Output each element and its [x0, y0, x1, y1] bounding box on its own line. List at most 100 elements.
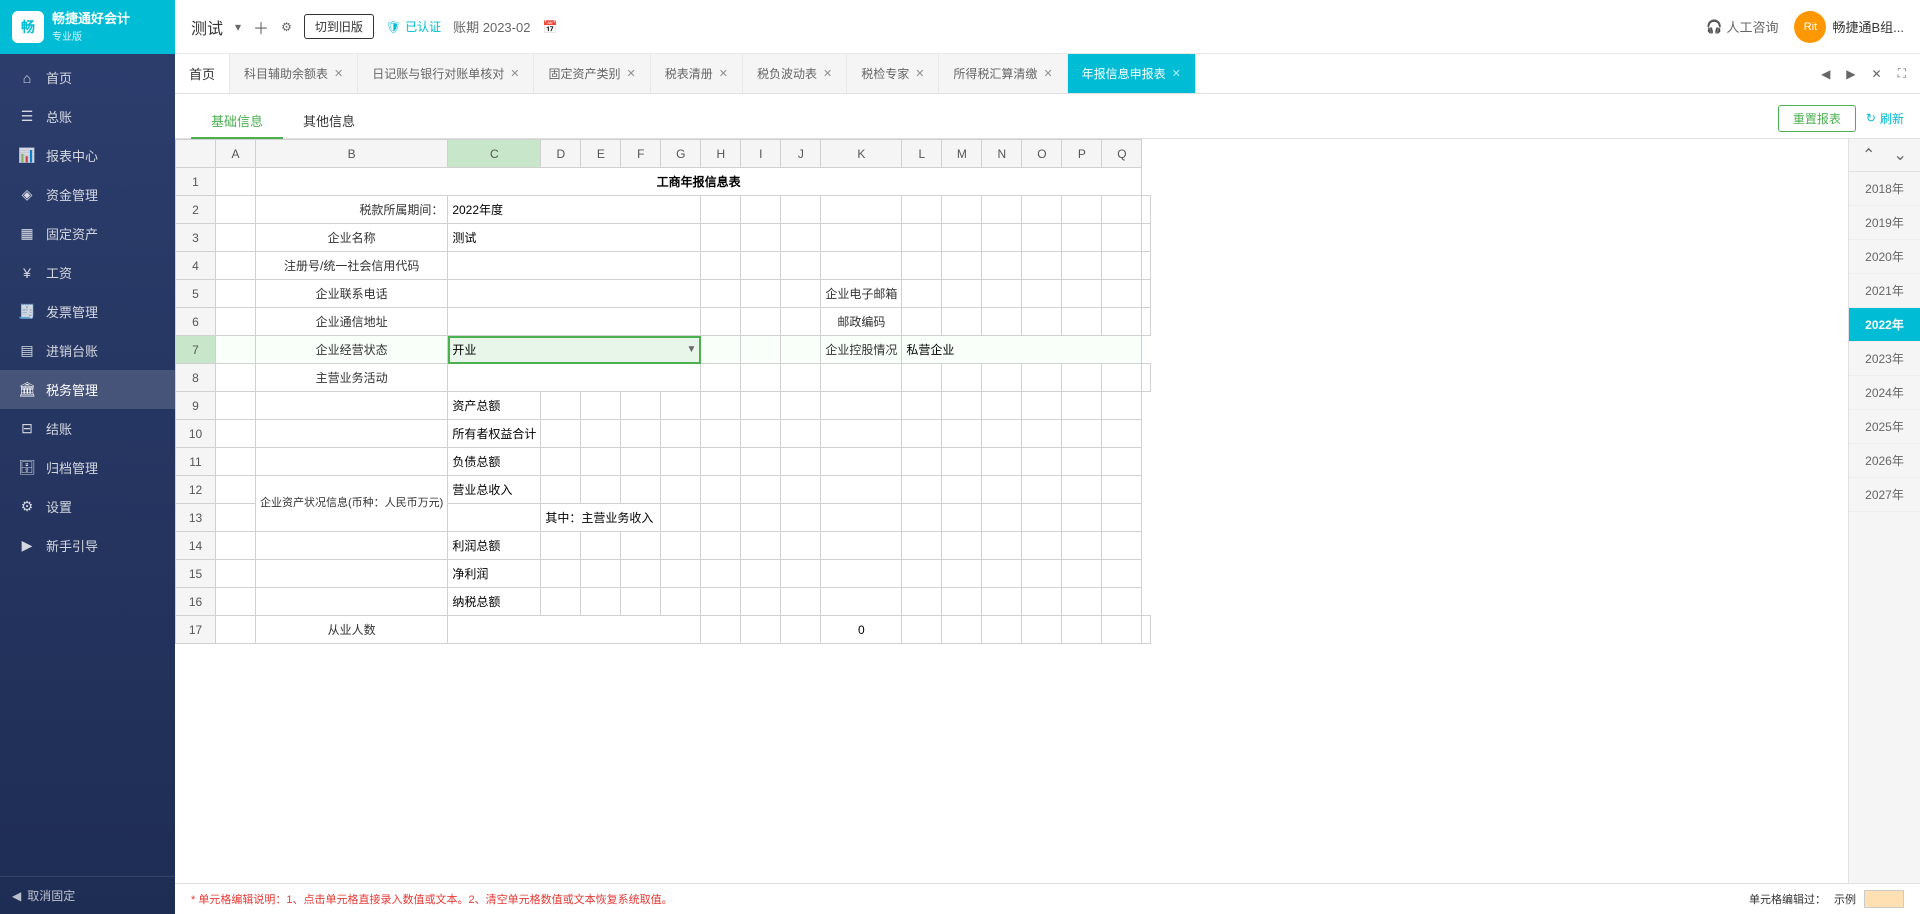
cell-4-q[interactable]	[1142, 252, 1151, 280]
cell-4-c[interactable]	[448, 252, 701, 280]
cell-2-c[interactable]: 2022年度	[448, 196, 701, 224]
cell-3-l[interactable]	[942, 224, 982, 252]
cell-15-q[interactable]	[1102, 560, 1142, 588]
tab-close-taxcheck[interactable]: ✕	[915, 67, 924, 80]
cell-11-a[interactable]	[216, 448, 256, 476]
cell-8-o[interactable]	[1062, 364, 1102, 392]
tab-income[interactable]: 所得税汇算清缴 ✕	[939, 54, 1067, 93]
tab-close-taxwave[interactable]: ✕	[823, 67, 832, 80]
cell-13-m[interactable]	[942, 504, 982, 532]
cell-5-k[interactable]	[902, 280, 942, 308]
sidebar-item-invoice[interactable]: 🧾 发票管理	[0, 292, 175, 331]
refresh-button[interactable]: ↻ 刷新	[1866, 110, 1904, 127]
cell-10-e[interactable]	[581, 420, 621, 448]
cell-6-b[interactable]: 企业通信地址	[256, 308, 448, 336]
cell-10-g[interactable]	[661, 420, 701, 448]
cell-17-h[interactable]	[741, 616, 781, 644]
row-num-2[interactable]: 2	[176, 196, 216, 224]
tab-annual[interactable]: 年报信息申报表 ✕	[1068, 54, 1196, 93]
tab-taxwave[interactable]: 税负波动表 ✕	[743, 54, 847, 93]
cell-11-g[interactable]	[661, 448, 701, 476]
cell-13-q[interactable]	[1102, 504, 1142, 532]
add-button[interactable]: ＋	[253, 15, 269, 39]
cell-13-h[interactable]	[701, 504, 741, 532]
cell-13-d[interactable]: 其中：主营业务收入	[541, 504, 661, 532]
cell-11-p[interactable]	[1062, 448, 1102, 476]
cell-17-o[interactable]	[1062, 616, 1102, 644]
cell-11-e[interactable]	[581, 448, 621, 476]
cell-3-i[interactable]	[781, 224, 821, 252]
cell-16-b[interactable]	[256, 588, 448, 616]
sidebar-item-assets[interactable]: ▦ 固定资产	[0, 214, 175, 253]
cell-16-o[interactable]	[1022, 588, 1062, 616]
cell-11-f[interactable]	[621, 448, 661, 476]
cell-16-p[interactable]	[1062, 588, 1102, 616]
cell-14-e[interactable]	[581, 532, 621, 560]
cell-10-h[interactable]	[701, 420, 741, 448]
cell-10-a[interactable]	[216, 420, 256, 448]
year-panel-down-button[interactable]: ⌄	[1894, 145, 1907, 165]
cell-6-h[interactable]	[741, 308, 781, 336]
tab-close-journal[interactable]: ✕	[510, 67, 519, 80]
sidebar-item-archive[interactable]: 🗄 归档管理	[0, 448, 175, 487]
cell-9-p[interactable]	[1062, 392, 1102, 420]
row-num-8[interactable]: 8	[176, 364, 216, 392]
cell-11-h[interactable]	[701, 448, 741, 476]
row-num-5[interactable]: 5	[176, 280, 216, 308]
cell-16-l[interactable]	[902, 588, 942, 616]
cell-15-o[interactable]	[1022, 560, 1062, 588]
cell-3-c[interactable]: 测试	[448, 224, 701, 252]
cell-5-b[interactable]: 企业联系电话	[256, 280, 448, 308]
cell-7-k[interactable]: 私营企业	[902, 336, 1142, 364]
cell-12-c[interactable]: 营业总收入	[448, 476, 541, 504]
cell-4-h[interactable]	[741, 252, 781, 280]
cell-3-q[interactable]	[1142, 224, 1151, 252]
sidebar-item-salary[interactable]: ¥ 工资	[0, 253, 175, 292]
cell-17-n[interactable]	[1022, 616, 1062, 644]
cell-2-o[interactable]	[1062, 196, 1102, 224]
cell-17-g[interactable]	[701, 616, 741, 644]
cell-17-i[interactable]	[781, 616, 821, 644]
cell-6-g[interactable]	[701, 308, 741, 336]
cell-6-m[interactable]	[982, 308, 1022, 336]
cell-13-l[interactable]	[902, 504, 942, 532]
cell-4-n[interactable]	[1022, 252, 1062, 280]
cell-15-i[interactable]	[741, 560, 781, 588]
tab-close-assets[interactable]: ✕	[627, 67, 636, 80]
cell-12-j[interactable]	[781, 476, 821, 504]
cell-7-h[interactable]	[741, 336, 781, 364]
cell-11-q[interactable]	[1102, 448, 1142, 476]
cell-5-g[interactable]	[701, 280, 741, 308]
cell-14-n[interactable]	[982, 532, 1022, 560]
year-item-2021[interactable]: 2021年	[1849, 274, 1920, 308]
cell-17-q[interactable]	[1142, 616, 1151, 644]
cell-8-h[interactable]	[741, 364, 781, 392]
cell-14-o[interactable]	[1022, 532, 1062, 560]
year-item-2026[interactable]: 2026年	[1849, 444, 1920, 478]
year-item-2023[interactable]: 2023年	[1849, 342, 1920, 376]
cell-6-a[interactable]	[216, 308, 256, 336]
cell-8-a[interactable]	[216, 364, 256, 392]
cell-2-q[interactable]	[1142, 196, 1151, 224]
row-num-6[interactable]: 6	[176, 308, 216, 336]
cell-13-a[interactable]	[216, 504, 256, 532]
cell-4-l[interactable]	[942, 252, 982, 280]
cell-13-p[interactable]	[1062, 504, 1102, 532]
cell-9-h[interactable]	[701, 392, 741, 420]
cell-13-k[interactable]	[821, 504, 902, 532]
cell-12-i[interactable]	[741, 476, 781, 504]
row-num-17[interactable]: 17	[176, 616, 216, 644]
cell-2-m[interactable]	[982, 196, 1022, 224]
cell-8-c[interactable]	[448, 364, 701, 392]
cell-14-f[interactable]	[621, 532, 661, 560]
cell-11-k[interactable]	[821, 448, 902, 476]
cell-4-k[interactable]	[902, 252, 942, 280]
cell-2-i[interactable]	[781, 196, 821, 224]
sidebar-item-guide[interactable]: ▶ 新手引导	[0, 526, 175, 565]
cell-8-m[interactable]	[982, 364, 1022, 392]
cell-14-d[interactable]	[541, 532, 581, 560]
cell-13-n[interactable]	[982, 504, 1022, 532]
cell-14-q[interactable]	[1102, 532, 1142, 560]
year-item-2018[interactable]: 2018年	[1849, 172, 1920, 206]
cell-2-l[interactable]	[942, 196, 982, 224]
